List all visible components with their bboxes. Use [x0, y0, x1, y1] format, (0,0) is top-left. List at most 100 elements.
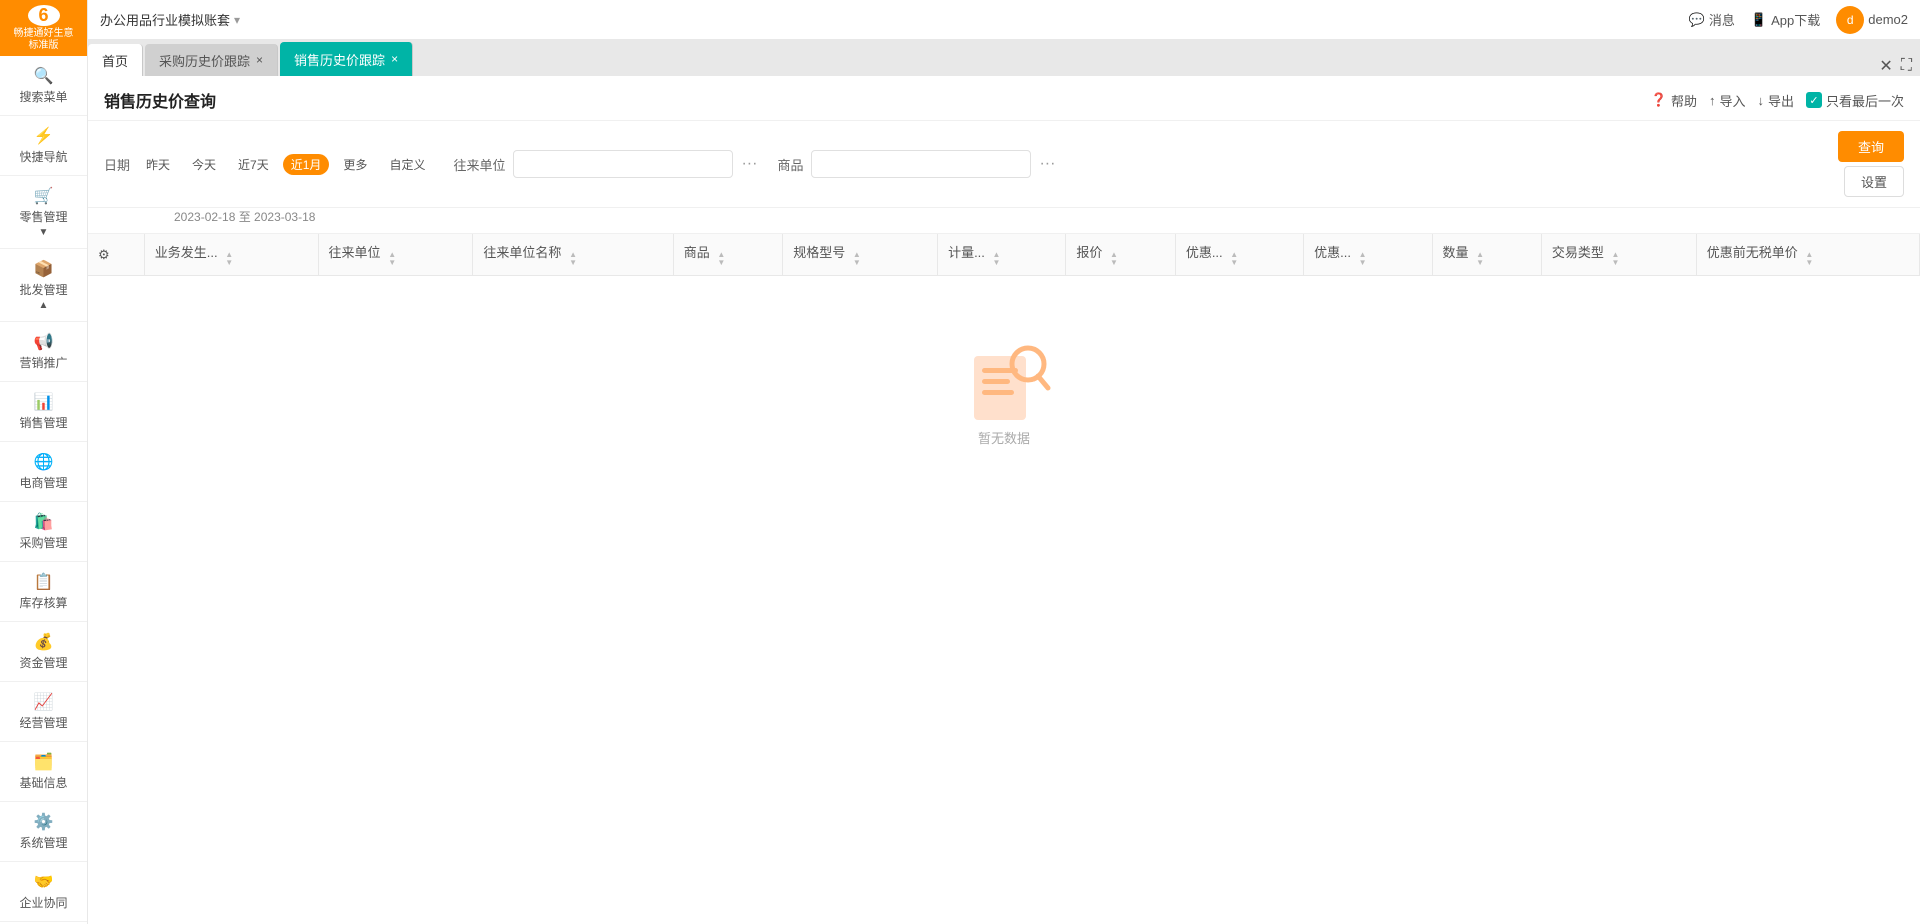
partner-input[interactable] — [513, 150, 733, 178]
app-logo: 6 畅捷通好生意标准版 — [0, 0, 87, 56]
col-discount1[interactable]: 优惠... ▲▼ — [1175, 234, 1303, 276]
inventory-icon: 📋 — [34, 572, 54, 592]
system-icon: ⚙️ — [34, 812, 54, 832]
sort-icons: ▲▼ — [569, 251, 577, 267]
sidebar-item-system[interactable]: ⚙️ 系统管理 — [0, 802, 87, 862]
sidebar-item-marketing[interactable]: 📢 营销推广 — [0, 322, 87, 382]
gear-icon[interactable]: ⚙ — [98, 247, 110, 262]
sidebar-item-sales[interactable]: 📊 销售管理 — [0, 382, 87, 442]
col-header-label: 优惠... — [1186, 245, 1223, 260]
goods-dots-button[interactable]: ··· — [1039, 155, 1055, 173]
sidebar-item-label: 营销推广 — [19, 354, 67, 371]
col-pre-tax-price[interactable]: 优惠前无税单价 ▲▼ — [1696, 234, 1919, 276]
purchase-icon: 🛍️ — [34, 512, 54, 532]
sidebar-item-operation[interactable]: 📈 经营管理 — [0, 682, 87, 742]
template-selector[interactable]: 办公用品行业模拟账套 ▾ — [100, 10, 240, 29]
maximize-icon[interactable]: ⛶ — [1901, 57, 1912, 75]
page-header-actions: ❓ 帮助 ↑ 导入 ↓ 导出 只看最后一次 — [1651, 91, 1904, 110]
tab-label: 首页 — [102, 51, 128, 70]
col-header-label: 优惠前无税单价 — [1707, 245, 1798, 260]
date-btn-yesterday[interactable]: 昨天 — [138, 154, 178, 175]
sidebar-item-finance[interactable]: 💰 资金管理 — [0, 622, 87, 682]
tab-sales-history[interactable]: 销售历史价跟踪 × — [280, 42, 413, 76]
sidebar-item-inventory[interactable]: 📋 库存核算 — [0, 562, 87, 622]
chevron-down-icon: ▾ — [234, 13, 240, 27]
empty-svg — [964, 336, 1054, 426]
tab-purchase-history[interactable]: 采购历史价跟踪 × — [145, 44, 278, 76]
message-icon: 💬 — [1689, 12, 1705, 28]
col-spec[interactable]: 规格型号 ▲▼ — [783, 234, 938, 276]
tab-label: 采购历史价跟踪 — [159, 51, 250, 70]
user-menu[interactable]: d demo2 — [1836, 6, 1908, 34]
close-window-icon[interactable]: ✕ — [1879, 56, 1892, 76]
col-partner-name[interactable]: 往来单位名称 ▲▼ — [473, 234, 673, 276]
sidebar-item-enterprise[interactable]: 🤝 企业协同 — [0, 862, 87, 922]
query-button[interactable]: 查询 — [1838, 131, 1904, 162]
operation-icon: 📈 — [34, 692, 54, 712]
sidebar-item-retail[interactable]: 🛒 零售管理 ▼ — [0, 176, 87, 249]
col-partner-code[interactable]: 往来单位 ▲▼ — [318, 234, 473, 276]
sort-icons: ▲▼ — [1805, 251, 1813, 267]
goods-input[interactable] — [811, 150, 1031, 178]
table-container[interactable]: ⚙ 业务发生... ▲▼ 往来单位 ▲▼ 往来单位名称 — [88, 234, 1920, 924]
date-btn-more[interactable]: 更多 — [335, 154, 375, 175]
page-header: 销售历史价查询 ❓ 帮助 ↑ 导入 ↓ 导出 — [88, 76, 1920, 121]
app-download-button[interactable]: 📱 App下载 — [1751, 10, 1820, 29]
sidebar-item-ecommerce[interactable]: 🌐 电商管理 — [0, 442, 87, 502]
goods-filter-group: 商品 ··· — [777, 150, 1055, 178]
sort-icons: ▲▼ — [1110, 251, 1118, 267]
sidebar-item-basic[interactable]: 🗂️ 基础信息 — [0, 742, 87, 802]
date-btn-today[interactable]: 今天 — [184, 154, 224, 175]
template-name: 办公用品行业模拟账套 — [100, 10, 230, 29]
col-header-label: 交易类型 — [1552, 245, 1604, 260]
date-btn-1month[interactable]: 近1月 — [283, 154, 330, 175]
sidebar-item-label: 零售管理 — [19, 208, 67, 225]
sidebar-item-label: 资金管理 — [19, 654, 67, 671]
tab-bar-actions: ✕ ⛶ — [1879, 56, 1920, 76]
col-header-label: 报价 — [1076, 245, 1102, 260]
message-button[interactable]: 💬 消息 — [1689, 10, 1735, 29]
partner-label: 往来单位 — [453, 155, 505, 174]
sidebar-item-quick-nav[interactable]: ⚡ 快捷导航 — [0, 116, 87, 176]
only-last-checkbox[interactable]: 只看最后一次 — [1806, 91, 1904, 110]
setting-button[interactable]: 设置 — [1844, 166, 1904, 197]
empty-illustration — [964, 336, 1044, 416]
sidebar-item-purchase[interactable]: 🛍️ 采购管理 — [0, 502, 87, 562]
sidebar-item-label: 企业协同 — [19, 894, 67, 911]
col-settings[interactable]: ⚙ — [88, 234, 144, 276]
col-goods[interactable]: 商品 ▲▼ — [673, 234, 782, 276]
search-icon: 🔍 — [34, 66, 54, 86]
col-price[interactable]: 报价 ▲▼ — [1066, 234, 1175, 276]
sidebar-item-wholesale[interactable]: 📦 批发管理 ▲ — [0, 249, 87, 322]
date-btn-7days[interactable]: 近7天 — [230, 154, 277, 175]
sidebar-item-search[interactable]: 🔍 搜索菜单 — [0, 56, 87, 116]
data-table: ⚙ 业务发生... ▲▼ 往来单位 ▲▼ 往来单位名称 — [88, 234, 1920, 276]
download-icon: 📱 — [1751, 12, 1767, 28]
col-trade-type[interactable]: 交易类型 ▲▼ — [1541, 234, 1696, 276]
sort-icons: ▲▼ — [853, 251, 861, 267]
col-discount2[interactable]: 优惠... ▲▼ — [1304, 234, 1432, 276]
sidebar-item-label: 批发管理 — [19, 281, 67, 298]
chevron-down-icon: ▼ — [39, 227, 49, 238]
tab-close-icon[interactable]: × — [256, 53, 263, 67]
tab-close-icon[interactable]: × — [391, 52, 398, 66]
help-icon: ❓ — [1651, 92, 1667, 108]
partner-dots-button[interactable]: ··· — [741, 155, 757, 173]
col-unit[interactable]: 计量... ▲▼ — [938, 234, 1066, 276]
col-header-label: 往来单位名称 — [483, 245, 561, 260]
goods-label: 商品 — [777, 155, 803, 174]
tab-home[interactable]: 首页 — [88, 44, 143, 76]
enterprise-icon: 🤝 — [34, 872, 54, 892]
col-biz-date[interactable]: 业务发生... ▲▼ — [144, 234, 318, 276]
export-button[interactable]: ↓ 导出 — [1757, 91, 1794, 110]
import-button[interactable]: ↑ 导入 — [1709, 91, 1746, 110]
sort-icons: ▲▼ — [1230, 251, 1238, 267]
main-area: 办公用品行业模拟账套 ▾ 💬 消息 📱 App下载 d demo2 首页 — [88, 0, 1920, 924]
tab-bar: 首页 采购历史价跟踪 × 销售历史价跟踪 × ✕ ⛶ — [88, 40, 1920, 76]
col-qty[interactable]: 数量 ▲▼ — [1432, 234, 1541, 276]
date-btn-custom[interactable]: 自定义 — [381, 154, 433, 175]
tab-label: 销售历史价跟踪 — [294, 50, 385, 69]
logo-icon: 6 — [28, 5, 60, 26]
col-header-label: 商品 — [684, 245, 710, 260]
help-button[interactable]: ❓ 帮助 — [1651, 91, 1697, 110]
